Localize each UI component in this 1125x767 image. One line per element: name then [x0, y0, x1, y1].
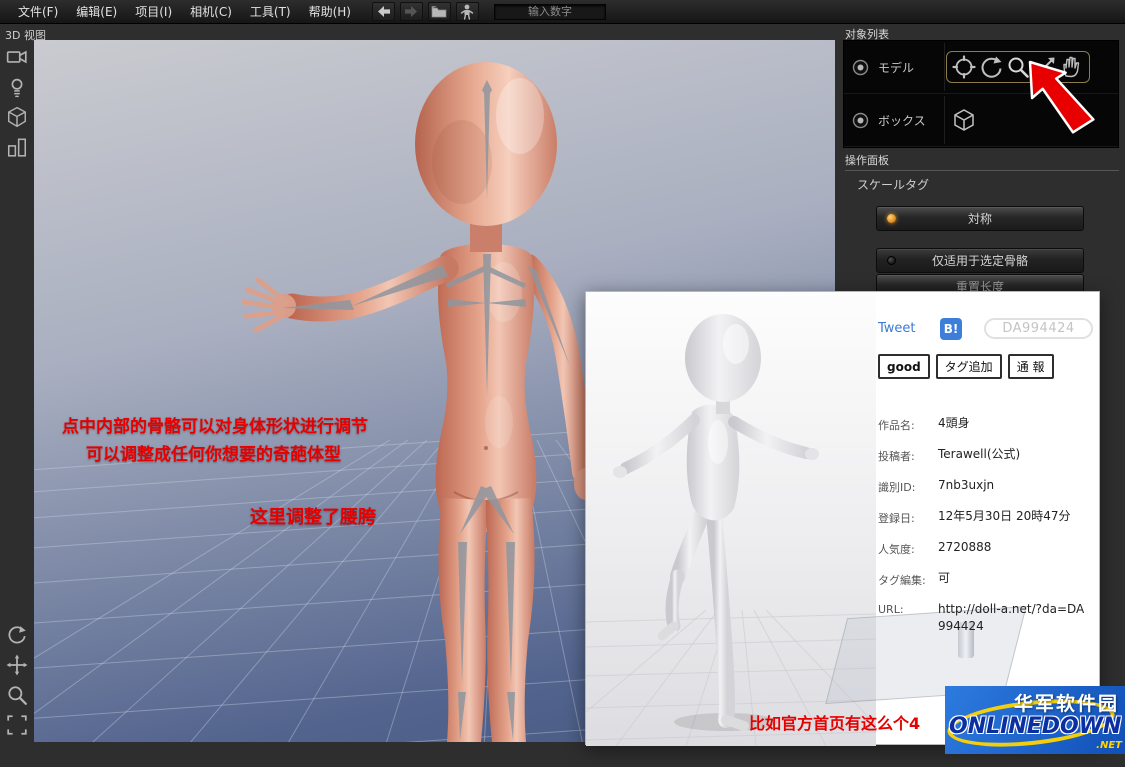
primitives-icon[interactable] [6, 136, 28, 158]
menu-camera[interactable]: 相机(C) [181, 0, 241, 24]
field-label: 投稿者: [878, 446, 938, 464]
row-divider [944, 96, 945, 144]
left-toolbar-top [6, 46, 28, 158]
number-input[interactable] [494, 4, 606, 20]
left-toolbar [0, 40, 34, 742]
open-folder-button[interactable] [428, 2, 451, 21]
selected-bones-only-button[interactable]: 仅适用于选定骨骼 [876, 248, 1084, 273]
report-button[interactable]: 通 報 [1008, 354, 1054, 379]
pan-icon[interactable] [6, 654, 28, 676]
object-row-box[interactable]: ボックス [844, 94, 1118, 147]
hatena-bookmark-button[interactable]: B! [940, 318, 962, 340]
symmetry-button-label: 対称 [968, 210, 992, 227]
field-value: Terawell(公式) [938, 446, 1090, 464]
visibility-toggle-icon[interactable] [852, 59, 869, 76]
model-tools-group [946, 51, 1090, 83]
field-label: 識別ID: [878, 477, 938, 495]
forward-button[interactable] [400, 2, 423, 21]
folder-icon [431, 5, 447, 18]
menu-project[interactable]: 项目(I) [126, 0, 181, 24]
annotation-line3: 这里调整了腰胯 [250, 503, 376, 529]
object-list-panel: モデル [843, 40, 1119, 148]
field-popularity: 人気度: 2720888 [878, 539, 1090, 557]
forward-icon [404, 5, 419, 18]
field-label: 登録日: [878, 508, 938, 526]
field-value: 2720888 [938, 539, 1090, 557]
work-info-fields: 作品名: 4頭身 投稿者: Terawell(公式) 識別ID: 7nb3uxj… [878, 415, 1090, 649]
scale-tag-label: スケールタグ [857, 176, 929, 193]
field-date: 登録日: 12年5月30日 20時47分 [878, 508, 1090, 526]
box-tools-group [946, 104, 982, 136]
model-figure [244, 62, 598, 742]
zoom-view-icon[interactable] [6, 684, 28, 706]
overlay-annotation: 比如官方首页有这么个4 [749, 710, 920, 734]
field-label: URL: [878, 601, 938, 636]
operation-panel-title: 操作面板 [845, 152, 1119, 171]
field-tag-edit: タグ編集: 可 [878, 570, 1090, 588]
add-tag-button[interactable]: タグ追加 [936, 354, 1002, 379]
menubar: 文件(F) 编辑(E) 项目(I) 相机(C) 工具(T) 帮助(H) [0, 0, 1125, 24]
box-cube-icon[interactable] [952, 108, 976, 132]
field-title: 作品名: 4頭身 [878, 415, 1090, 433]
radio-off-indicator [887, 256, 896, 265]
move-tool-icon[interactable] [952, 55, 976, 79]
work-id-field[interactable] [984, 318, 1093, 339]
symmetry-button[interactable]: 対称 [876, 206, 1084, 231]
zoom-tool-icon[interactable] [1006, 55, 1030, 79]
cube-icon[interactable] [6, 106, 28, 128]
annotation-line1: 点中内部的骨骼可以对身体形状进行调节 [62, 412, 368, 437]
field-author: 投稿者: Terawell(公式) [878, 446, 1090, 464]
frame-icon[interactable] [6, 714, 28, 736]
field-id: 識別ID: 7nb3uxjn [878, 477, 1090, 495]
object-row-label: モデル [878, 59, 934, 76]
rotate-tool-icon[interactable] [979, 55, 1003, 79]
field-value: 可 [938, 570, 1090, 588]
field-value: 7nb3uxjn [938, 477, 1090, 495]
field-value: 12年5月30日 20時47分 [938, 508, 1090, 526]
field-label: 作品名: [878, 415, 938, 433]
orbit-icon[interactable] [6, 624, 28, 646]
menu-file[interactable]: 文件(F) [9, 0, 67, 24]
selected-bones-only-label: 仅适用于选定骨骼 [932, 252, 1028, 269]
light-icon[interactable] [6, 76, 28, 98]
visibility-toggle-icon[interactable] [852, 112, 869, 129]
tweet-link[interactable]: Tweet [878, 321, 916, 336]
website-overlay-window: Tweet B! good タグ追加 通 報 作品名: 4頭身 投稿者: Ter… [585, 291, 1100, 745]
menu-edit[interactable]: 编辑(E) [67, 0, 126, 24]
figure-button[interactable] [456, 2, 479, 21]
field-url: URL: http://doll-a.net/?da=DA994424 [878, 601, 1090, 636]
overlay-buttons-row: good タグ追加 通 報 [878, 354, 1054, 379]
nav-toolbar [372, 2, 606, 21]
field-value: 4頭身 [938, 415, 1090, 433]
object-row-model[interactable]: モデル [844, 41, 1118, 94]
radio-on-indicator [887, 214, 896, 223]
annotation-line2: 可以调整成任何你想要的奇葩体型 [86, 440, 341, 465]
hand-tool-icon[interactable] [1060, 55, 1084, 79]
watermark-site-name: 华军软件园 [1014, 689, 1119, 716]
back-icon [376, 5, 391, 18]
field-label: タグ編集: [878, 570, 938, 588]
object-row-label: ボックス [878, 112, 934, 129]
site-watermark: 华军软件园 ONLINEDOWN .NET [945, 686, 1125, 754]
watermark-brand: ONLINEDOWN [949, 714, 1121, 739]
menu-tools[interactable]: 工具(T) [241, 0, 300, 24]
app-window: 文件(F) 编辑(E) 项目(I) 相机(C) 工具(T) 帮助(H) [0, 0, 1125, 767]
watermark-tld: .NET [1096, 740, 1122, 751]
overlay-info-panel: Tweet B! good タグ追加 通 報 作品名: 4頭身 投稿者: Ter… [876, 292, 1101, 746]
field-url-value[interactable]: http://doll-a.net/?da=DA994424 [938, 601, 1090, 636]
row-divider [944, 43, 945, 91]
figure-icon [460, 4, 474, 20]
left-toolbar-bottom [6, 624, 28, 736]
menu-help[interactable]: 帮助(H) [300, 0, 360, 24]
scale-tool-icon[interactable] [1033, 55, 1057, 79]
field-label: 人気度: [878, 539, 938, 557]
camera-icon[interactable] [6, 46, 28, 68]
good-button[interactable]: good [878, 354, 930, 379]
back-button[interactable] [372, 2, 395, 21]
